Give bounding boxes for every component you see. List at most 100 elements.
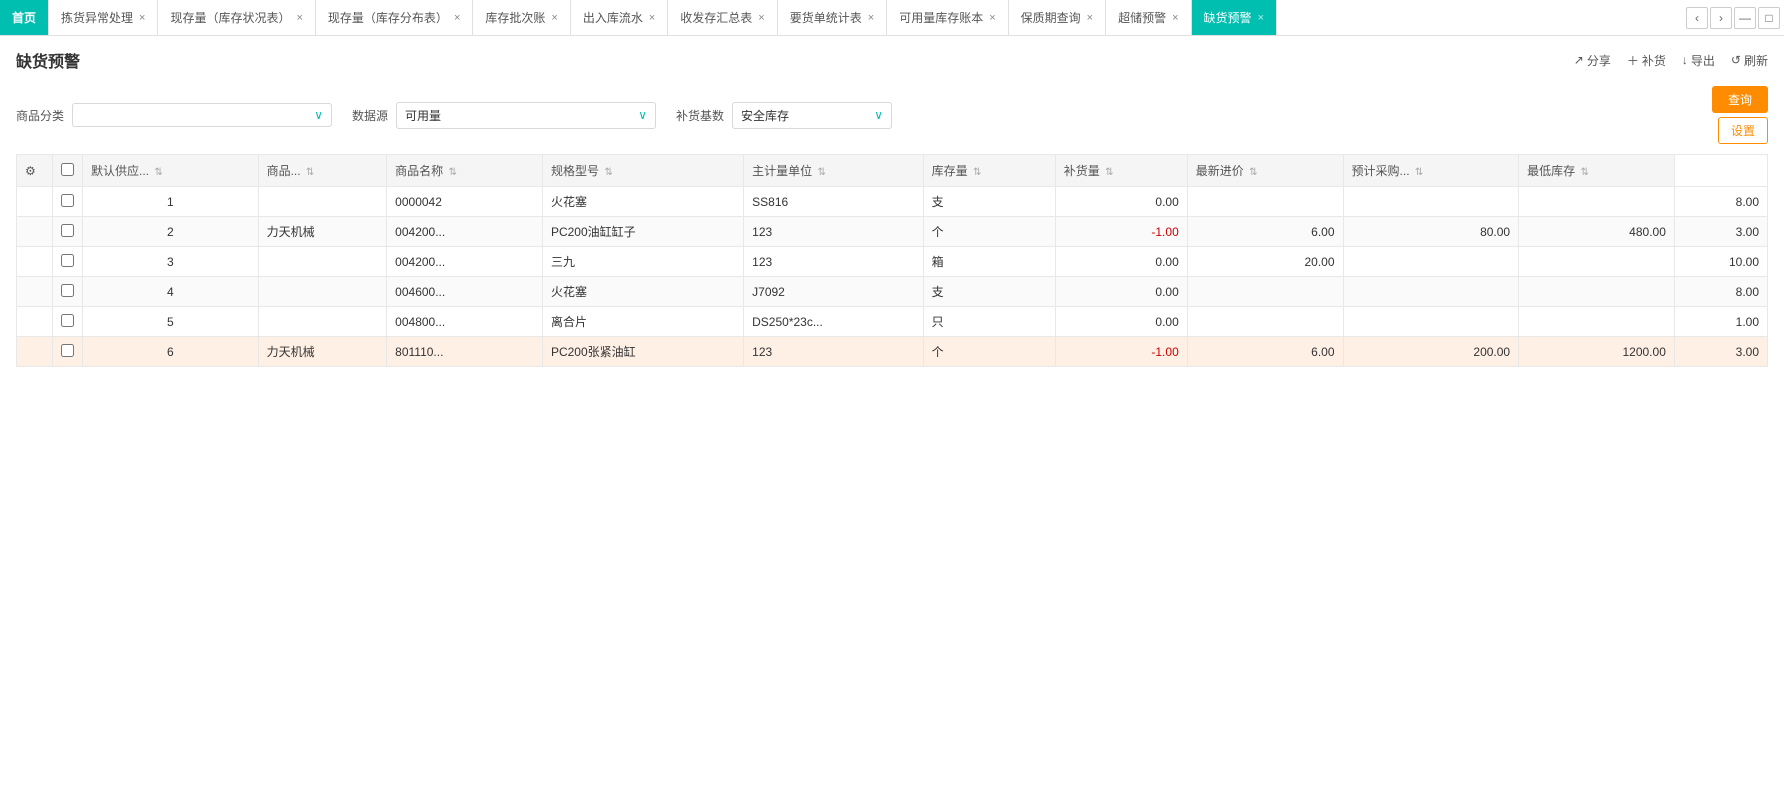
- td-checkbox-3[interactable]: [53, 277, 83, 307]
- td-row-num-0: 1: [83, 187, 259, 217]
- td-estimated-purchase-3: [1519, 277, 1675, 307]
- tab-bar: 首页 拣货异常处理 × 现存量（库存状况表） × 现存量（库存分布表） × 库存…: [0, 0, 1784, 36]
- th-supplier[interactable]: 默认供应... ⇅: [83, 155, 259, 187]
- td-row-num-3: 4: [83, 277, 259, 307]
- replenish-basis-select[interactable]: 安全库存 ∨: [732, 102, 892, 129]
- th-estimated-purchase[interactable]: 预计采购... ⇅: [1343, 155, 1519, 187]
- td-spec-5: 123: [744, 337, 924, 367]
- row-checkbox-1[interactable]: [61, 224, 74, 237]
- td-product-name-2: 三九: [542, 247, 743, 277]
- refresh-button[interactable]: ↺ 刷新: [1731, 52, 1768, 69]
- td-settings-2: [17, 247, 53, 277]
- share-button[interactable]: ↗ 分享: [1574, 52, 1611, 69]
- tab-inventory-dist-close[interactable]: ×: [454, 12, 460, 24]
- tab-overstock-close[interactable]: ×: [1172, 12, 1178, 24]
- td-estimated-purchase-5: 1200.00: [1519, 337, 1675, 367]
- table-row: 2 力天机械 004200... PC200油缸缸子 123 个 -1.00 6…: [17, 217, 1768, 247]
- tab-expiry-query[interactable]: 保质期查询 ×: [1009, 0, 1106, 35]
- row-checkbox-5[interactable]: [61, 344, 74, 357]
- replenish-basis-value: 安全库存: [741, 107, 789, 124]
- td-product-code-3: 004600...: [387, 277, 543, 307]
- td-supplier-3: [258, 277, 387, 307]
- th-stock[interactable]: 库存量 ⇅: [923, 155, 1055, 187]
- th-checkbox[interactable]: [53, 155, 83, 187]
- tab-home[interactable]: 首页: [0, 0, 49, 35]
- th-spec[interactable]: 规格型号 ⇅: [542, 155, 743, 187]
- td-replenish-qty-4: [1187, 307, 1343, 337]
- datasource-value: 可用量: [405, 107, 441, 124]
- td-checkbox-5[interactable]: [53, 337, 83, 367]
- td-replenish-qty-5: 6.00: [1187, 337, 1343, 367]
- tab-demand-stat[interactable]: 要货单统计表 ×: [778, 0, 887, 35]
- row-checkbox-4[interactable]: [61, 314, 74, 327]
- tab-inventory-status-close[interactable]: ×: [296, 12, 302, 24]
- table-row: 6 力天机械 801110... PC200张紧油缸 123 个 -1.00 6…: [17, 337, 1768, 367]
- td-checkbox-4[interactable]: [53, 307, 83, 337]
- tab-inout-flow[interactable]: 出入库流水 ×: [571, 0, 668, 35]
- product-name-sort-icon: ⇅: [449, 167, 457, 178]
- th-settings[interactable]: ⚙: [17, 155, 53, 187]
- row-checkbox-3[interactable]: [61, 284, 74, 297]
- tab-minimize[interactable]: —: [1734, 7, 1756, 29]
- category-filter-group: 商品分类 ∨: [16, 103, 332, 127]
- td-supplier-0: [258, 187, 387, 217]
- row-checkbox-2[interactable]: [61, 254, 74, 267]
- tab-receipt-summary[interactable]: 收发存汇总表 ×: [668, 0, 777, 35]
- row-checkbox-0[interactable]: [61, 194, 74, 207]
- tab-receipt-summary-close[interactable]: ×: [758, 12, 764, 24]
- th-unit-label: 主计量单位: [752, 164, 812, 178]
- tab-inventory-status[interactable]: 现存量（库存状况表） ×: [158, 0, 315, 35]
- td-settings-0: [17, 187, 53, 217]
- tab-expiry-query-close[interactable]: ×: [1087, 12, 1093, 24]
- td-checkbox-0[interactable]: [53, 187, 83, 217]
- category-select[interactable]: ∨: [72, 103, 332, 127]
- export-button[interactable]: ↓ 导出: [1682, 52, 1715, 69]
- th-latest-price-label: 最新进价: [1196, 164, 1244, 178]
- tab-abnormal[interactable]: 拣货异常处理 ×: [49, 0, 158, 35]
- datasource-label: 数据源: [352, 107, 388, 124]
- td-row-num-5: 6: [83, 337, 259, 367]
- tab-abnormal-close[interactable]: ×: [139, 12, 145, 24]
- th-replenish-qty[interactable]: 补货量 ⇅: [1055, 155, 1187, 187]
- td-checkbox-2[interactable]: [53, 247, 83, 277]
- tab-batch-account-close[interactable]: ×: [551, 12, 557, 24]
- tab-inout-flow-close[interactable]: ×: [649, 12, 655, 24]
- tab-shortage-close[interactable]: ×: [1258, 12, 1264, 24]
- th-latest-price[interactable]: 最新进价 ⇅: [1187, 155, 1343, 187]
- export-icon: ↓: [1682, 53, 1688, 67]
- th-product-name[interactable]: 商品名称 ⇅: [387, 155, 543, 187]
- tab-demand-stat-close[interactable]: ×: [868, 12, 874, 24]
- td-unit-1: 个: [923, 217, 1055, 247]
- td-checkbox-1[interactable]: [53, 217, 83, 247]
- refresh-label: 刷新: [1744, 52, 1768, 69]
- th-replenish-qty-label: 补货量: [1064, 164, 1100, 178]
- td-row-num-1: 2: [83, 217, 259, 247]
- th-product-code[interactable]: 商品... ⇅: [258, 155, 387, 187]
- tab-scroll-right[interactable]: ›: [1710, 7, 1732, 29]
- tab-inventory-dist[interactable]: 现存量（库存分布表） ×: [316, 0, 473, 35]
- tab-overstock-label: 超储预警: [1118, 9, 1166, 26]
- product-code-sort-icon: ⇅: [306, 167, 314, 178]
- tab-inout-flow-label: 出入库流水: [583, 9, 643, 26]
- td-product-code-1: 004200...: [387, 217, 543, 247]
- tab-abnormal-label: 拣货异常处理: [61, 9, 133, 26]
- th-unit[interactable]: 主计量单位 ⇅: [744, 155, 924, 187]
- tab-batch-account[interactable]: 库存批次账 ×: [473, 0, 570, 35]
- category-label: 商品分类: [16, 107, 64, 124]
- query-button[interactable]: 查询: [1712, 86, 1768, 113]
- tab-available-ledger-close[interactable]: ×: [989, 12, 995, 24]
- tab-available-ledger[interactable]: 可用量库存账本 ×: [887, 0, 1008, 35]
- select-all-checkbox[interactable]: [61, 163, 74, 176]
- tab-maximize[interactable]: □: [1758, 7, 1780, 29]
- td-estimated-purchase-2: [1519, 247, 1675, 277]
- replenish-button[interactable]: ＋ 补货: [1627, 52, 1666, 69]
- td-row-num-4: 5: [83, 307, 259, 337]
- tab-shortage[interactable]: 缺货预警 ×: [1192, 0, 1277, 35]
- tab-scroll-left[interactable]: ‹: [1686, 7, 1708, 29]
- th-min-stock[interactable]: 最低库存 ⇅: [1519, 155, 1675, 187]
- maximize-icon: □: [1765, 11, 1772, 25]
- settings-button[interactable]: 设置: [1718, 117, 1768, 144]
- datasource-select[interactable]: 可用量 ∨: [396, 102, 656, 129]
- datasource-filter-group: 数据源 可用量 ∨: [352, 102, 656, 129]
- tab-overstock[interactable]: 超储预警 ×: [1106, 0, 1191, 35]
